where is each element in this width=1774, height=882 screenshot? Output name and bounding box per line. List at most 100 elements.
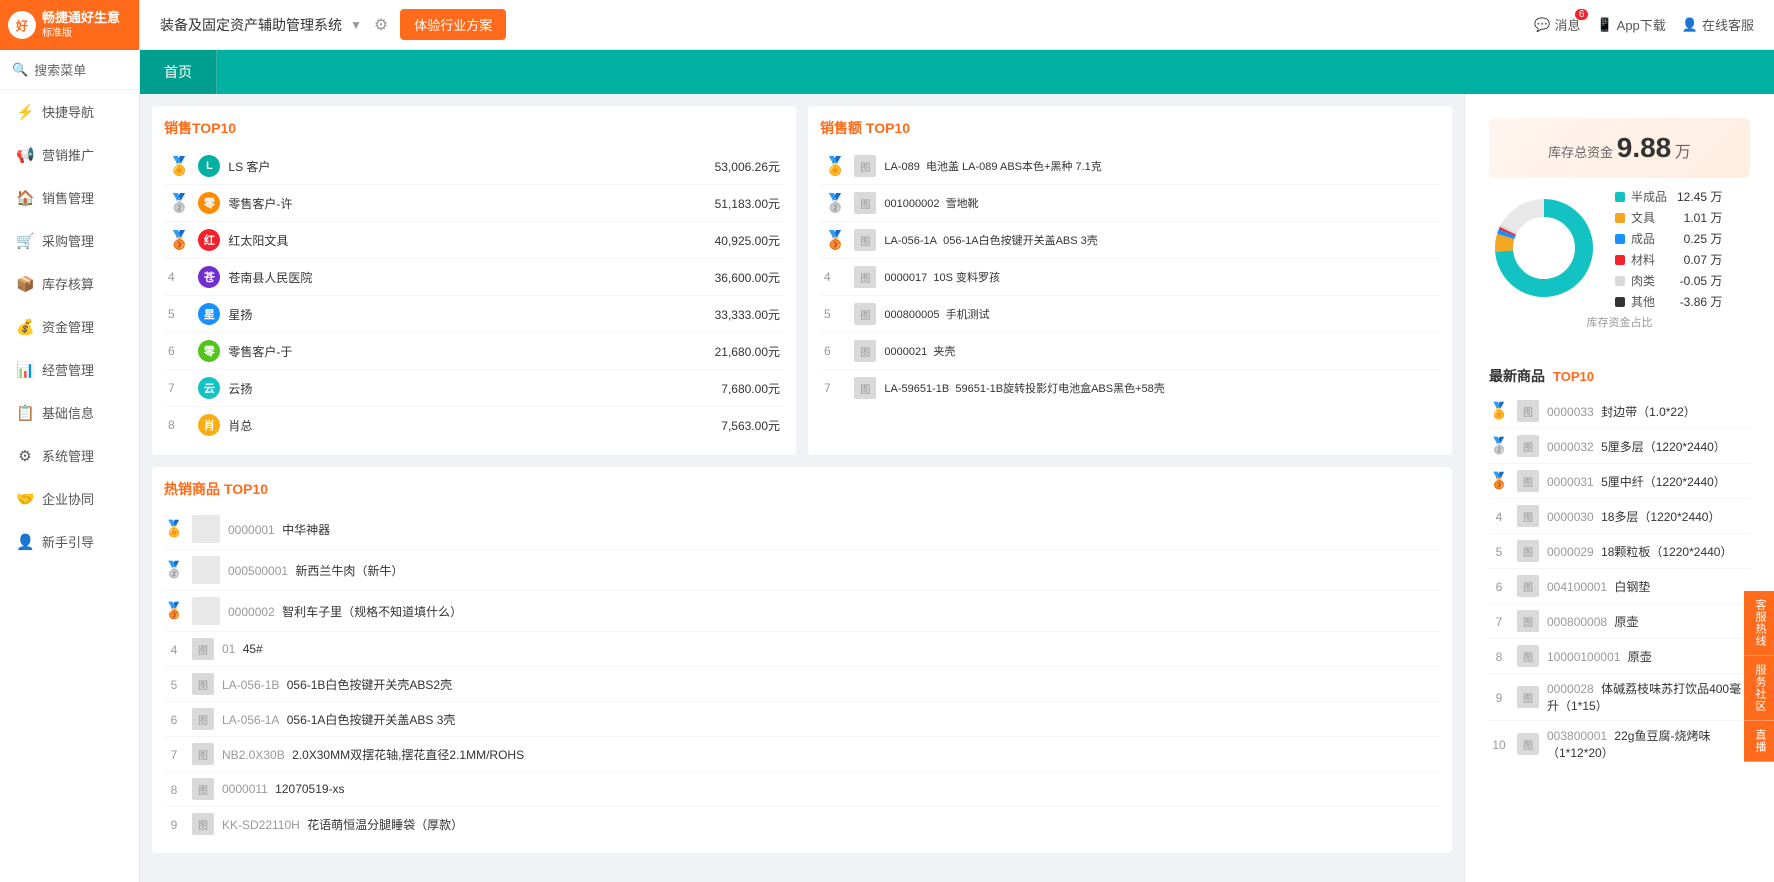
rank-badge: 6 bbox=[1489, 579, 1509, 594]
avatar-cell: L bbox=[194, 148, 224, 185]
sidebar-item-finance[interactable]: 💰 资金管理 bbox=[0, 305, 139, 348]
product-info: 0000001 中华神器 bbox=[228, 521, 1440, 538]
product-info: 000500001 新西兰牛肉（新牛） bbox=[228, 562, 1440, 579]
product-name: 0000021 夹壳 bbox=[880, 333, 1440, 370]
sidebar-item-quicknav[interactable]: ⚡ 快捷导航 bbox=[0, 90, 139, 133]
product-image bbox=[192, 597, 220, 625]
rank-cell: 🥈 bbox=[820, 185, 850, 222]
product-thumb: 图 bbox=[1517, 505, 1539, 527]
logo-text: 畅捷通好生意 标准版 bbox=[42, 10, 120, 40]
product-code: 000500001 bbox=[228, 564, 288, 578]
float-btn-support[interactable]: 客服热线 bbox=[1744, 591, 1774, 656]
customer-amount: 53,006.26元 bbox=[536, 148, 784, 185]
sidebar-item-newbie[interactable]: 👤 新手引导 bbox=[0, 520, 139, 563]
product-thumb: 图 bbox=[1517, 435, 1539, 457]
product-info: 000800008 原壶 bbox=[1547, 613, 1750, 630]
customer-top10-table: 🏅 L LS 客户 53,006.26元 🥈 零 零售客户-许 51,183.0… bbox=[164, 148, 784, 443]
app-download-button[interactable]: 📱 App下载 bbox=[1596, 15, 1665, 34]
tab-home[interactable]: 首页 bbox=[140, 50, 217, 94]
product-thumb: 图 bbox=[1517, 733, 1539, 755]
product-code: 0000029 bbox=[1547, 545, 1594, 559]
sidebar-item-system[interactable]: ⚙ 系统管理 bbox=[0, 434, 139, 477]
online-support-button[interactable]: 👤 在线客服 bbox=[1682, 15, 1754, 34]
product-code: 0000028 bbox=[1547, 682, 1594, 696]
rank-num: 7 bbox=[171, 748, 178, 762]
sidebar-item-management[interactable]: 📊 经营管理 bbox=[0, 348, 139, 391]
inventory-icon: 📦 bbox=[16, 275, 34, 293]
product-thumb: 图 bbox=[1517, 645, 1539, 667]
product-sales-top10-table: 🏅 图 LA-089 电池盖 LA-089 ABS本色+黑种 7.1克 🥈 图 … bbox=[820, 148, 1440, 406]
rank-2-icon: 🥈 bbox=[1489, 438, 1509, 455]
legend-item: 材料 0.07 万 bbox=[1615, 251, 1722, 268]
rank-cell: 🥈 bbox=[164, 185, 194, 222]
product-code: 0000002 bbox=[228, 605, 275, 619]
sidebar-item-inventory[interactable]: 📦 库存核算 bbox=[0, 262, 139, 305]
rank-badge: 🥉 bbox=[164, 601, 184, 621]
product-name: 2.0X30MM双摆花轴,摆花直径2.1MM/ROHS bbox=[292, 748, 524, 762]
settings-icon[interactable]: ⚙ bbox=[374, 15, 388, 35]
product-info: 0000033 封边带（1.0*22） bbox=[1547, 403, 1750, 420]
rank-cell: 4 bbox=[164, 259, 194, 296]
rank-1-icon: 🏅 bbox=[164, 521, 184, 538]
sidebar-item-basic[interactable]: 📋 基础信息 bbox=[0, 391, 139, 434]
search-menu-item[interactable]: 🔍 搜索菜单 bbox=[0, 50, 139, 90]
message-button[interactable]: 💬 消息 6 bbox=[1534, 15, 1580, 34]
search-icon: 🔍 bbox=[12, 62, 28, 78]
rank-badge: 🥈 bbox=[1489, 436, 1509, 456]
rank-2-icon: 🥈 bbox=[164, 562, 184, 579]
new-products-header: 最新商品 TOP10 bbox=[1489, 366, 1750, 386]
avatar-cell: 肖 bbox=[194, 407, 224, 444]
rank-num: 8 bbox=[171, 783, 178, 797]
legend-item: 其他 -3.86 万 bbox=[1615, 293, 1722, 310]
trial-button[interactable]: 体验行业方案 bbox=[400, 9, 506, 40]
product-info: LA-056-1A 056-1A白色按键开关盖ABS 3壳 bbox=[222, 711, 1440, 728]
rank-num: 9 bbox=[1496, 691, 1503, 705]
float-btn-live[interactable]: 直播 bbox=[1744, 721, 1774, 762]
product-name: 000800005 手机测试 bbox=[880, 296, 1440, 333]
customer-name: 星扬 bbox=[224, 296, 535, 333]
product-code: KK-SD22110H bbox=[222, 818, 300, 832]
legend-label: 文具 bbox=[1631, 209, 1671, 226]
product-code: 0000031 bbox=[1547, 475, 1594, 489]
sales-icon: 🏠 bbox=[16, 189, 34, 207]
customer-amount: 51,183.00元 bbox=[536, 185, 784, 222]
rank-num: 10 bbox=[1492, 738, 1505, 752]
customer-top10-card: 销售TOP10 🏅 L LS 客户 53,006.26元 🥈 零 零售客户-许 … bbox=[152, 106, 796, 455]
inventory-legend: 半成品 12.45 万 文具 1.01 万 成品 0.25 万 材料 0.07 … bbox=[1615, 188, 1722, 310]
content-area: 销售TOP10 🏅 L LS 客户 53,006.26元 🥈 零 零售客户-许 … bbox=[140, 94, 1774, 882]
rank-num: 9 bbox=[171, 818, 178, 832]
product-thumb: 图 bbox=[1517, 686, 1539, 708]
float-btn-community[interactable]: 服务社区 bbox=[1744, 656, 1774, 721]
customer-amount: 21,680.00元 bbox=[536, 333, 784, 370]
new-product-item: 8 图 10000100001 原壶 bbox=[1489, 639, 1750, 674]
customer-name: 红太阳文具 bbox=[224, 222, 535, 259]
thumb-cell: 图 bbox=[850, 259, 880, 296]
product-name: 花语萌恒温分腿睡袋（厚款） bbox=[307, 818, 463, 832]
rank-num: 5 bbox=[171, 678, 178, 692]
product-thumb: 图 bbox=[192, 813, 214, 835]
rank-cell: 6 bbox=[164, 333, 194, 370]
product-thumb: 图 bbox=[1517, 575, 1539, 597]
rank-badge: 4 bbox=[1489, 509, 1509, 524]
sidebar-item-purchase[interactable]: 🛒 采购管理 bbox=[0, 219, 139, 262]
hot-product-item: 4 图 01 45# bbox=[164, 632, 1440, 667]
rank-3-icon: 🥉 bbox=[1489, 473, 1509, 490]
product-name: 原壶 bbox=[1614, 615, 1638, 629]
sidebar-item-collab[interactable]: 🤝 企业协同 bbox=[0, 477, 139, 520]
legend-label: 其他 bbox=[1631, 293, 1671, 310]
new-product-item: 7 图 000800008 原壶 bbox=[1489, 604, 1750, 639]
legend-dot bbox=[1615, 297, 1625, 307]
hot-product-item: 6 图 LA-056-1A 056-1A白色按键开关盖ABS 3壳 bbox=[164, 702, 1440, 737]
sidebar-item-sales[interactable]: 🏠 销售管理 bbox=[0, 176, 139, 219]
donut-chart-container: 半成品 12.45 万 文具 1.01 万 成品 0.25 万 材料 0.07 … bbox=[1489, 188, 1750, 310]
finance-icon: 💰 bbox=[16, 318, 34, 336]
rank-badge: 🏅 bbox=[1489, 401, 1509, 421]
avatar-cell: 云 bbox=[194, 370, 224, 407]
rank-badge: 🥈 bbox=[164, 560, 184, 580]
customer-name: LS 客户 bbox=[224, 148, 535, 185]
hot-product-item: 🏅 0000001 中华神器 bbox=[164, 509, 1440, 550]
hot-products-card: 热销商品 TOP10 🏅 0000001 中华神器 🥈 000500001 新西… bbox=[152, 467, 1452, 853]
sidebar-logo: 好 畅捷通好生意 标准版 bbox=[0, 0, 139, 50]
customer-name: 零售客户-许 bbox=[224, 185, 535, 222]
sidebar-item-marketing[interactable]: 📢 营销推广 bbox=[0, 133, 139, 176]
